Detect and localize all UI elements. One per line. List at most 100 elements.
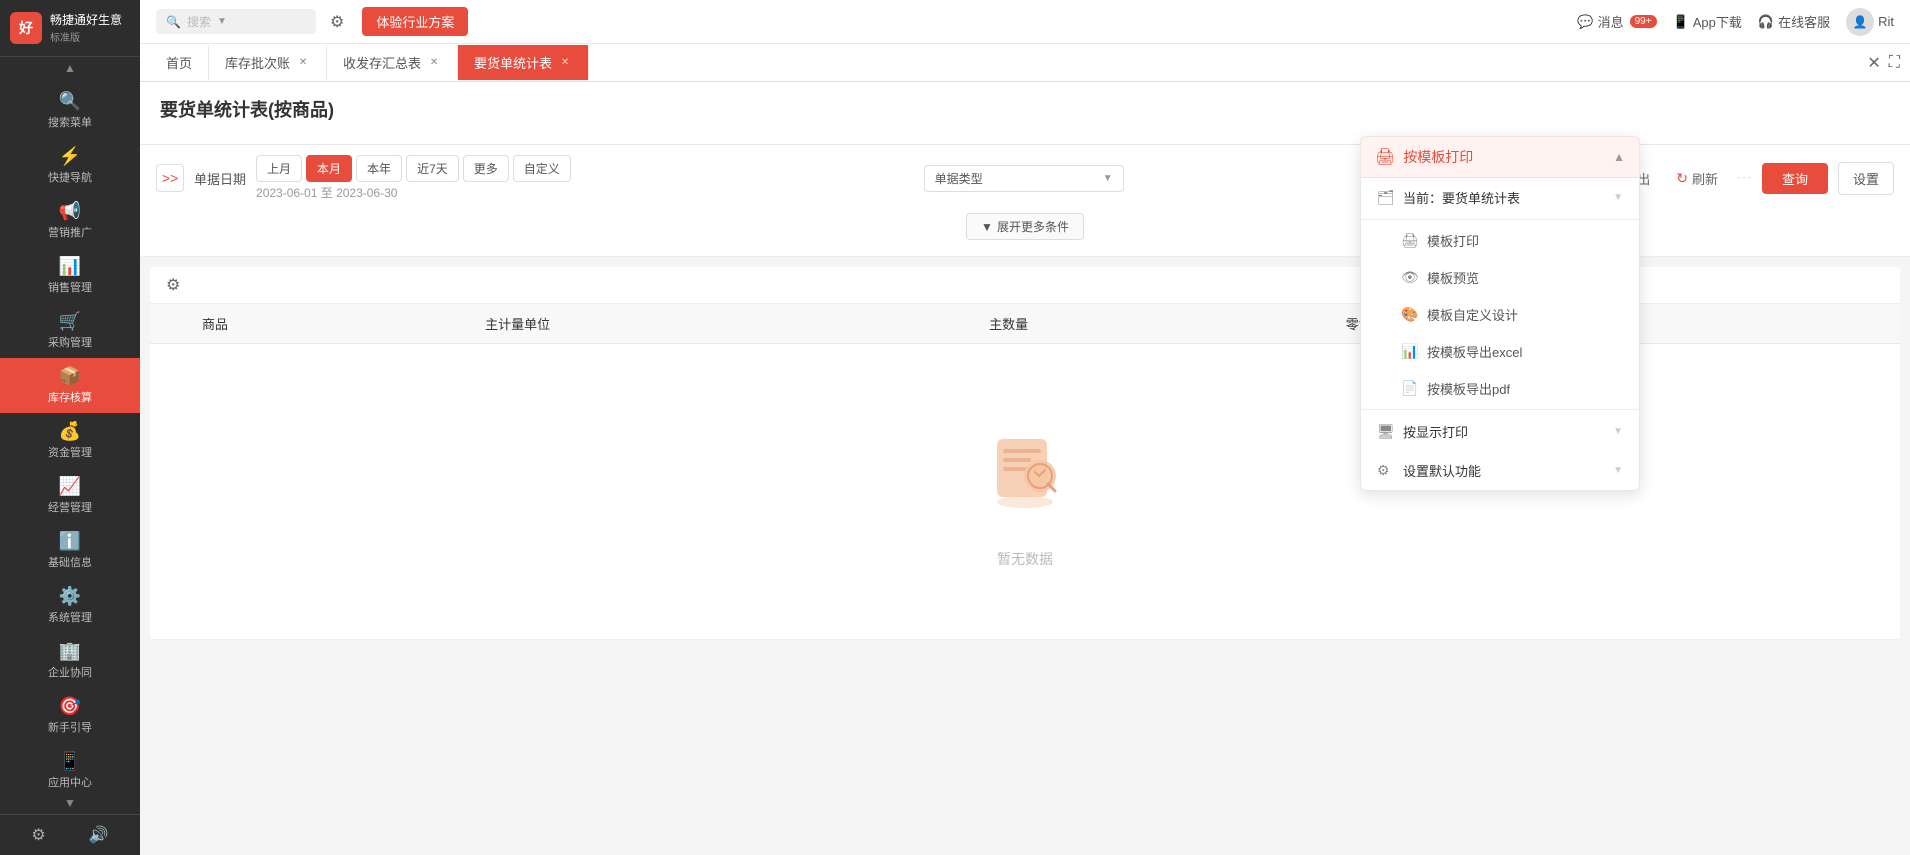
export-pdf-label: 按模板导出pdf	[1427, 379, 1510, 398]
sidebar-item-sales[interactable]: 📊 销售管理	[0, 248, 140, 303]
sidebar-item-app-center[interactable]: 📱 应用中心	[0, 743, 140, 792]
online-service-btn[interactable]: 🎧 在线客服	[1758, 12, 1830, 31]
app-icon: 📱	[1673, 14, 1689, 30]
current-template-arrow: ▼	[1613, 192, 1623, 203]
sidebar-item-operations[interactable]: 📈 经营管理	[0, 468, 140, 523]
export-excel-icon: 📊	[1401, 343, 1417, 360]
user-name: Rit	[1878, 14, 1894, 29]
action-more-dots[interactable]: ···	[1736, 169, 1752, 187]
tab-label-home: 首页	[166, 53, 192, 72]
dropdown-template-print[interactable]: 🖨 模板打印	[1361, 222, 1639, 259]
sales-icon: 📊	[59, 256, 81, 277]
dropdown-set-default[interactable]: ⚙ 设置默认功能 ▼	[1361, 451, 1639, 490]
dropdown-export-excel[interactable]: 📊 按模板导出excel	[1361, 333, 1639, 370]
order-type-select[interactable]: 单据类型 ▼	[924, 165, 1124, 192]
date-btn-this-year[interactable]: 本年	[356, 155, 402, 182]
set-default-label: 设置默认功能	[1403, 461, 1603, 480]
tab-batch-account[interactable]: 库存批次账 ✕	[209, 45, 327, 80]
sidebar-item-marketing[interactable]: 📢 营销推广	[0, 193, 140, 248]
tab-close-batch-account[interactable]: ✕	[296, 56, 310, 70]
settings-btn[interactable]: 设置	[1838, 162, 1894, 195]
operations-icon: 📈	[59, 476, 81, 497]
tab-label-batch-account: 库存批次账	[225, 53, 290, 72]
tab-home[interactable]: 首页	[150, 45, 209, 80]
tab-close-receipt-summary[interactable]: ✕	[427, 56, 441, 70]
date-btn-more[interactable]: 更多	[463, 155, 509, 182]
dropdown-display-print[interactable]: 🖥 按显示打印 ▼	[1361, 412, 1639, 451]
expand-tabbar-btn[interactable]: ⛶	[1889, 54, 1900, 72]
inventory-icon: 📦	[59, 366, 81, 387]
expand-more-icon: ▼	[981, 220, 993, 234]
sidebar-item-inventory[interactable]: 📦 库存核算	[0, 358, 140, 413]
dropdown-header: 🖨 按模板打印 ▲	[1361, 137, 1639, 178]
sidebar-scroll-up[interactable]: ▲	[0, 57, 140, 79]
dropdown-collapse-icon[interactable]: ▲	[1613, 150, 1625, 164]
system-icon: ⚙️	[59, 586, 81, 607]
sidebar-item-system[interactable]: ⚙️ 系统管理	[0, 578, 140, 633]
topbar: 🔍 搜索 ▼ ⚙ 体验行业方案 💬 消息 99+ 📱 App下载 🎧 在线客服 …	[140, 0, 1910, 44]
date-btn-7days[interactable]: 近7天	[406, 155, 459, 182]
search-icon: 🔍	[59, 91, 81, 112]
refresh-icon: ↻	[1676, 170, 1688, 187]
app-logo: 好 畅捷通好生意 标准版	[0, 0, 140, 57]
sidebar-item-purchase[interactable]: 🛒 采购管理	[0, 303, 140, 358]
col-quantity: 主数量	[977, 304, 1334, 344]
refresh-btn[interactable]: ↻ 刷新	[1668, 165, 1726, 192]
tab-receipt-summary[interactable]: 收发存汇总表✕	[327, 45, 458, 80]
dropdown-template-preview[interactable]: 👁 模板预览	[1361, 259, 1639, 296]
user-avatar-btn[interactable]: 👤 Rit	[1846, 8, 1894, 36]
tab-label-order-stats: 要货单统计表	[474, 53, 552, 72]
set-default-arrow: ▼	[1613, 465, 1623, 476]
basic-info-icon: ℹ️	[59, 531, 81, 552]
date-filter-label: 单据日期	[194, 169, 246, 188]
col-product: 商品	[190, 304, 473, 344]
app-download-btn[interactable]: 📱 App下载	[1673, 12, 1742, 31]
close-all-btn[interactable]: ✕	[1867, 53, 1880, 73]
divider-1	[1361, 219, 1639, 220]
date-btn-last-month[interactable]: 上月	[256, 155, 302, 182]
sound-footer-icon[interactable]: 🔊	[89, 825, 109, 845]
sidebar-item-enterprise[interactable]: 🏢 企业协同	[0, 633, 140, 688]
sidebar-item-basic-info[interactable]: ℹ️ 基础信息	[0, 523, 140, 578]
topbar-search[interactable]: 🔍 搜索 ▼	[156, 9, 316, 34]
sidebar-footer: ⚙ 🔊	[0, 814, 140, 855]
tab-order-stats[interactable]: 要货单统计表 ✕	[458, 45, 589, 80]
basic-info-label: 基础信息	[48, 554, 92, 570]
message-icon: 💬	[1577, 14, 1593, 30]
search-icon: 🔍	[166, 15, 181, 29]
avatar: 👤	[1846, 8, 1874, 36]
set-default-icon: ⚙	[1377, 462, 1393, 479]
guide-icon: 🎯	[59, 696, 81, 717]
purchase-icon: 🛒	[59, 311, 81, 332]
tab-close-order-stats[interactable]: ✕	[558, 56, 572, 70]
marketing-icon: 📢	[59, 201, 81, 222]
service-icon: 🎧	[1758, 14, 1774, 30]
trial-btn[interactable]: 体验行业方案	[362, 7, 468, 36]
sidebar-scroll-down[interactable]: ▼	[0, 792, 140, 814]
search-dropdown-icon: ▼	[217, 16, 227, 27]
sidebar-item-guide[interactable]: 🎯 新手引导	[0, 688, 140, 743]
date-btn-this-month[interactable]: 本月	[306, 155, 352, 182]
order-type-label: 单据类型	[935, 170, 983, 187]
dropdown-template-custom[interactable]: 🎨 模板自定义设计	[1361, 296, 1639, 333]
finance-label: 资金管理	[48, 444, 92, 460]
dropdown-current-template[interactable]: 🗂 当前：要货单统计表 ▼	[1361, 178, 1639, 217]
filter-expand-btn[interactable]: >>	[156, 164, 184, 192]
sidebar-item-quick-nav[interactable]: ⚡ 快捷导航	[0, 138, 140, 193]
template-custom-label: 模板自定义设计	[1427, 305, 1518, 324]
settings-footer-icon[interactable]: ⚙	[31, 825, 45, 845]
template-preview-icon: 👁	[1401, 269, 1417, 286]
expand-more-btn[interactable]: ▼ 展开更多条件	[966, 213, 1084, 240]
date-btn-custom[interactable]: 自定义	[513, 155, 571, 182]
sidebar-item-finance[interactable]: 💰 资金管理	[0, 413, 140, 468]
page-title: 要货单统计表(按商品)	[160, 96, 334, 122]
query-btn[interactable]: 查询	[1762, 163, 1828, 194]
inventory-label: 库存核算	[48, 389, 92, 405]
guide-label: 新手引导	[48, 719, 92, 735]
table-settings-icon[interactable]: ⚙	[166, 275, 180, 295]
sidebar-item-search[interactable]: 🔍 搜索菜单	[0, 83, 140, 138]
dropdown-export-pdf[interactable]: 📄 按模板导出pdf	[1361, 370, 1639, 407]
topbar-gear-icon[interactable]: ⚙	[330, 12, 344, 32]
enterprise-label: 企业协同	[48, 664, 92, 680]
message-btn[interactable]: 💬 消息 99+	[1577, 12, 1656, 31]
